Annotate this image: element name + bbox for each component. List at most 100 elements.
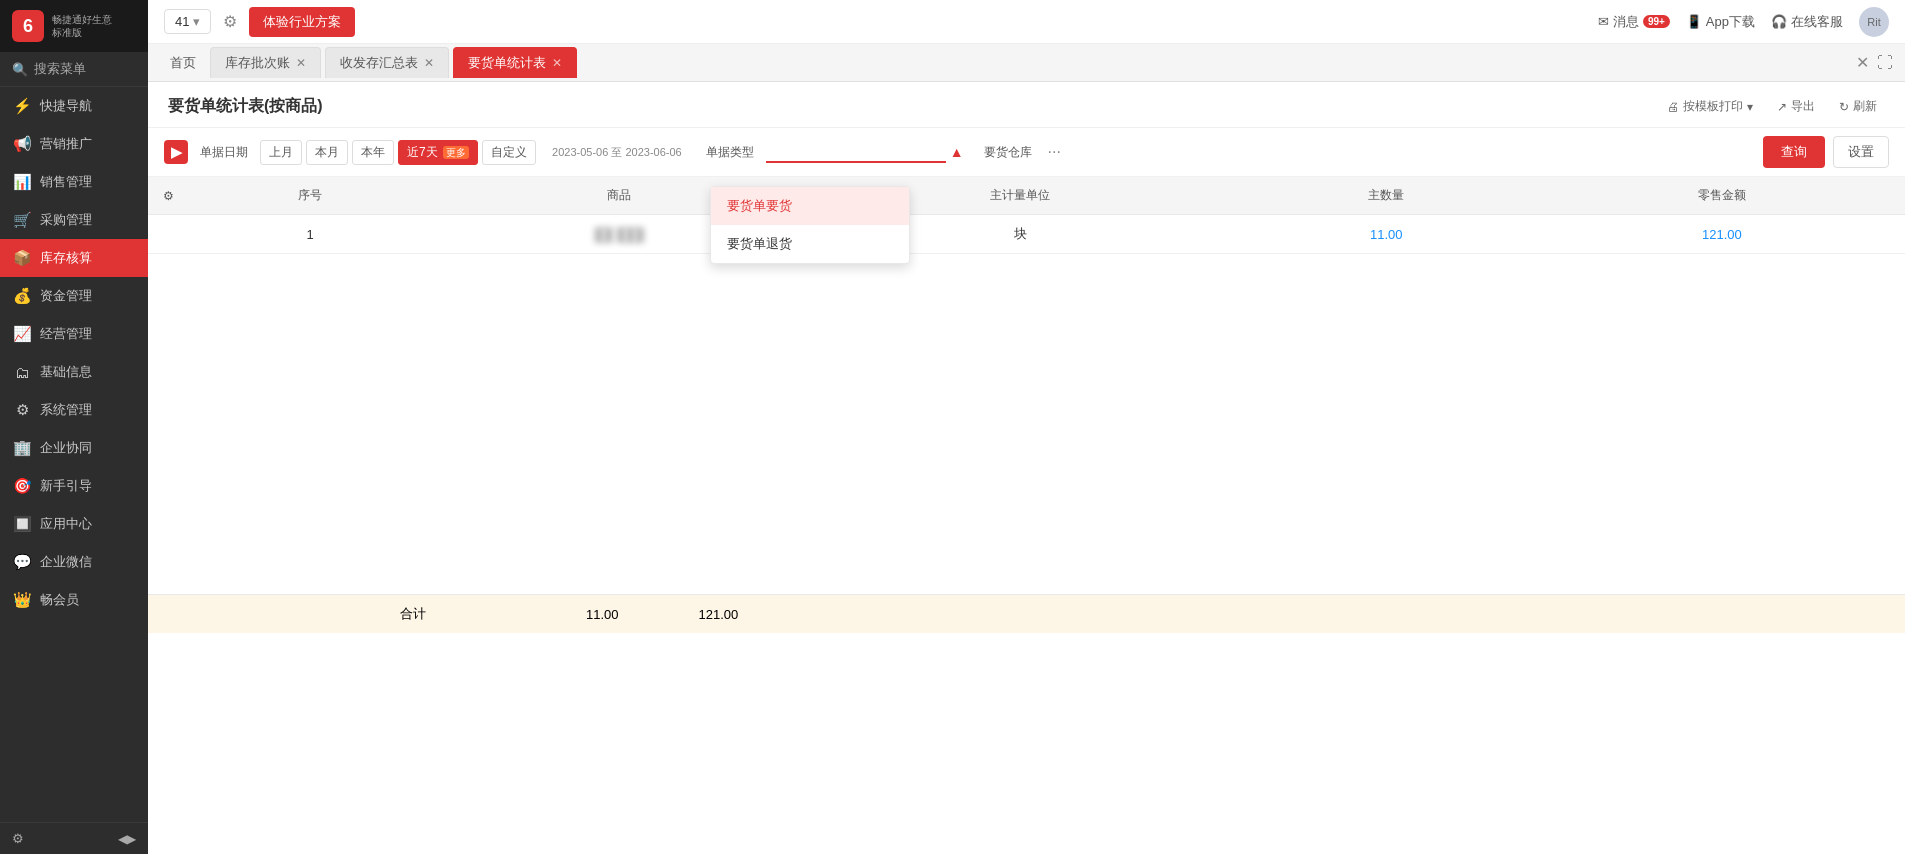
table-footer: 合计 11.00 121.00 (148, 594, 1905, 633)
warehouse-more-btn[interactable]: ··· (1048, 143, 1061, 161)
date-range-display: 2023-05-06 至 2023-06-06 (552, 145, 682, 160)
sidebar: 6 畅捷通好生意 标准版 🔍 搜索菜单 ⚡ 快捷导航 📢 营销推广 📊 销售管理… (0, 0, 148, 854)
basic-icon: 🗂 (12, 364, 32, 381)
footer-total-label: 合计 (400, 605, 426, 623)
sidebar-item-wechat[interactable]: 💬 企业微信 (0, 543, 148, 581)
marketing-icon: 📢 (12, 135, 32, 153)
tab-close-collect-summary[interactable]: ✕ (424, 56, 434, 70)
sidebar-item-marketing[interactable]: 📢 营销推广 (0, 125, 148, 163)
refresh-btn[interactable]: ↻ 刷新 (1831, 94, 1885, 119)
export-btn[interactable]: ↗ 导出 (1769, 94, 1823, 119)
type-dropdown: 要货单要货 要货单退货 (710, 186, 910, 264)
sidebar-item-app-center[interactable]: 🔲 应用中心 (0, 505, 148, 543)
main-area: 41 ▾ ⚙ 体验行业方案 ✉ 消息 99+ 📱 App下载 🎧 在线客服 Ri… (148, 0, 1905, 854)
sidebar-item-quick-nav[interactable]: ⚡ 快捷导航 (0, 87, 148, 125)
sidebar-item-purchase[interactable]: 🛒 采购管理 (0, 201, 148, 239)
page-actions: 🖨 按模板打印 ▾ ↗ 导出 ↻ 刷新 (1659, 94, 1885, 119)
brand-icon: 6 (12, 10, 44, 42)
dropdown-item-requisition-order[interactable]: 要货单要货 (711, 187, 909, 225)
dropdown-item-requisition-return[interactable]: 要货单退货 (711, 225, 909, 263)
sidebar-item-system[interactable]: ⚙ 系统管理 (0, 391, 148, 429)
finance-icon: 💰 (12, 287, 32, 305)
print-dropdown-icon: ▾ (1747, 100, 1753, 114)
query-btn[interactable]: 查询 (1763, 136, 1825, 168)
row-seq: 1 (188, 215, 432, 254)
quick-nav-icon: ⚡ (12, 97, 32, 115)
guide-icon: 🎯 (12, 477, 32, 495)
row-amount[interactable]: 121.00 (1539, 215, 1905, 254)
tabbar: 首页 库存批次账 ✕ 收发存汇总表 ✕ 要货单统计表 ✕ ✕ ⛶ (148, 44, 1905, 82)
collapse-icon[interactable]: ◀▶ (118, 832, 136, 846)
tab-requisition-stat[interactable]: 要货单统计表 ✕ (453, 47, 577, 78)
sidebar-item-inventory[interactable]: 📦 库存核算 (0, 239, 148, 277)
tab-expand-btn[interactable]: ⛶ (1877, 54, 1893, 72)
footer-quantity: 11.00 (586, 607, 619, 622)
filter-bar: ▶ 单据日期 上月 本月 本年 近7天 更多 自定义 2023-05-06 至 … (148, 127, 1905, 177)
this-month-btn[interactable]: 本月 (306, 140, 348, 165)
sidebar-item-guide[interactable]: 🎯 新手引导 (0, 467, 148, 505)
content-area: 要货单统计表(按商品) 🖨 按模板打印 ▾ ↗ 导出 ↻ 刷新 ▶ (148, 82, 1905, 854)
page-title: 要货单统计表(按商品) (168, 96, 323, 117)
custom-date-btn[interactable]: 自定义 (482, 140, 536, 165)
message-btn[interactable]: ✉ 消息 99+ (1598, 13, 1670, 31)
sidebar-item-sales[interactable]: 📊 销售管理 (0, 163, 148, 201)
settings-icon[interactable]: ⚙ (12, 831, 24, 846)
tab-inventory-batch[interactable]: 库存批次账 ✕ (210, 47, 321, 78)
tab-home[interactable]: 首页 (160, 48, 206, 78)
topbar-gear-icon[interactable]: ⚙ (223, 12, 237, 31)
sidebar-item-finance[interactable]: 💰 资金管理 (0, 277, 148, 315)
this-year-btn[interactable]: 本年 (352, 140, 394, 165)
tab-close-all-btn[interactable]: ✕ (1856, 53, 1869, 72)
empty-space (148, 254, 1905, 594)
col-amount: 零售金额 (1539, 177, 1905, 215)
tab-close-requisition-stat[interactable]: ✕ (552, 56, 562, 70)
more-badge: 更多 (443, 146, 469, 159)
app-download-btn[interactable]: 📱 App下载 (1686, 13, 1755, 31)
message-icon: ✉ (1598, 14, 1609, 29)
refresh-icon: ↻ (1839, 100, 1849, 114)
filter-settings-btn[interactable]: 设置 (1833, 136, 1889, 168)
col-seq: 序号 (188, 177, 432, 215)
export-icon: ↗ (1777, 100, 1787, 114)
print-template-btn[interactable]: 🖨 按模板打印 ▾ (1659, 94, 1761, 119)
online-service-btn[interactable]: 🎧 在线客服 (1771, 13, 1843, 31)
col-quantity: 主数量 (1234, 177, 1539, 215)
topbar: 41 ▾ ⚙ 体验行业方案 ✉ 消息 99+ 📱 App下载 🎧 在线客服 Ri… (148, 0, 1905, 44)
sidebar-logo: 6 畅捷通好生意 标准版 (0, 0, 148, 52)
system-icon: ⚙ (12, 401, 32, 419)
last-7days-btn[interactable]: 近7天 更多 (398, 140, 478, 165)
type-input[interactable] (766, 141, 946, 163)
type-label: 单据类型 (706, 144, 754, 161)
trial-btn[interactable]: 体验行业方案 (249, 7, 355, 37)
sidebar-item-enterprise[interactable]: 🏢 企业协同 (0, 429, 148, 467)
tab-collect-summary[interactable]: 收发存汇总表 ✕ (325, 47, 449, 78)
last-month-btn[interactable]: 上月 (260, 140, 302, 165)
main-table: ⚙ 序号 商品 主计量单位 主数量 零售金额 1 ██ ███ 块 11.00 (148, 177, 1905, 254)
col-gear[interactable]: ⚙ (148, 177, 188, 215)
type-input-wrap: ▲ (766, 141, 964, 163)
member-icon: 👑 (12, 591, 32, 609)
headset-icon: 🎧 (1771, 14, 1787, 29)
sidebar-item-operations[interactable]: 📈 经营管理 (0, 315, 148, 353)
topbar-left: 41 ▾ ⚙ 体验行业方案 (164, 7, 355, 37)
type-dropdown-arrow[interactable]: ▲ (950, 144, 964, 160)
footer-amount: 121.00 (699, 607, 739, 622)
filter-actions: 查询 设置 (1763, 136, 1889, 168)
sidebar-item-member[interactable]: 👑 畅会员 (0, 581, 148, 619)
phone-icon: 📱 (1686, 14, 1702, 29)
company-selector[interactable]: 41 ▾ (164, 9, 211, 34)
date-buttons: 上月 本月 本年 近7天 更多 自定义 (260, 140, 536, 165)
sidebar-search[interactable]: 🔍 搜索菜单 (0, 52, 148, 87)
sales-icon: 📊 (12, 173, 32, 191)
topbar-right: ✉ 消息 99+ 📱 App下载 🎧 在线客服 Rit (1598, 7, 1889, 37)
user-avatar[interactable]: Rit (1859, 7, 1889, 37)
date-label: 单据日期 (200, 144, 248, 161)
sidebar-nav: ⚡ 快捷导航 📢 营销推广 📊 销售管理 🛒 采购管理 📦 库存核算 💰 资金管… (0, 87, 148, 822)
row-quantity[interactable]: 11.00 (1234, 215, 1539, 254)
filter-toggle-btn[interactable]: ▶ (164, 140, 188, 164)
table-row: 1 ██ ███ 块 11.00 121.00 (148, 215, 1905, 254)
tabbar-right: ✕ ⛶ (1856, 53, 1893, 72)
tab-close-inventory-batch[interactable]: ✕ (296, 56, 306, 70)
search-icon: 🔍 (12, 62, 28, 77)
sidebar-item-basic[interactable]: 🗂 基础信息 (0, 353, 148, 391)
